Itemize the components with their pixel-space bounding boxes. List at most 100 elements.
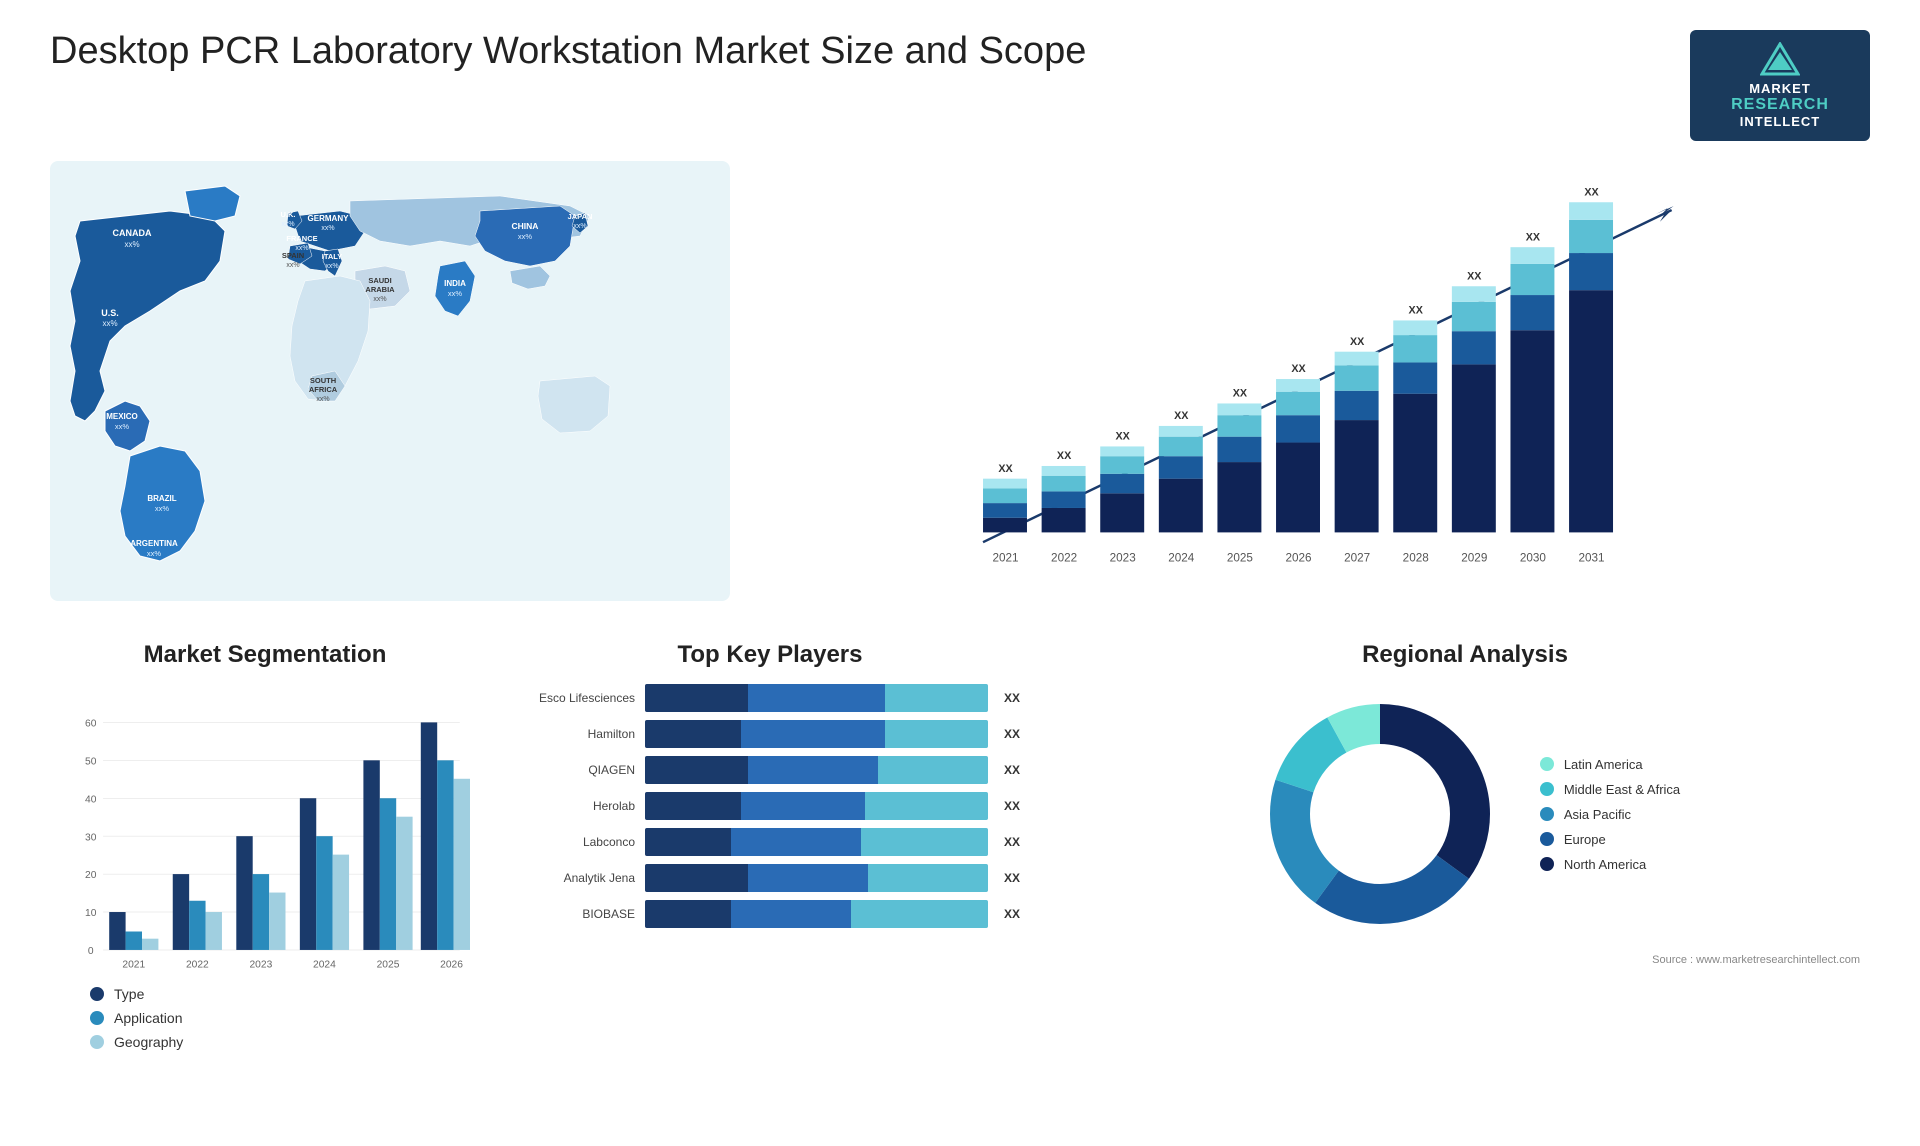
segmentation-section: Market Segmentation 0 10 20 30 40 50 60	[50, 641, 480, 1101]
bar-mid	[731, 828, 861, 856]
svg-text:SAUDI: SAUDI	[368, 276, 391, 285]
bar-dark	[645, 720, 741, 748]
svg-text:2028: 2028	[1403, 552, 1430, 565]
bar-dark	[645, 864, 748, 892]
label-latin-america: Latin America	[1564, 757, 1643, 772]
logo: MARKET RESEARCH INTELLECT	[1690, 30, 1870, 141]
svg-text:xx%: xx%	[325, 263, 338, 270]
player-name: Herolab	[520, 799, 635, 813]
legend-middle-east: Middle East & Africa	[1540, 782, 1680, 797]
player-row: Labconco XX	[520, 828, 1020, 856]
svg-text:CHINA: CHINA	[512, 221, 539, 231]
bar-mid	[748, 684, 885, 712]
label-europe: Europe	[1564, 832, 1606, 847]
bar-light	[861, 828, 988, 856]
segmentation-title: Market Segmentation	[60, 641, 470, 669]
logo-line2: RESEARCH	[1731, 96, 1829, 114]
bottom-section: Market Segmentation 0 10 20 30 40 50 60	[50, 641, 1870, 1101]
world-map-svg: CANADA xx% U.S. xx% MEXICO xx% BRAZIL	[50, 161, 730, 601]
svg-text:SOUTH: SOUTH	[310, 376, 336, 385]
bar-light	[885, 684, 988, 712]
seg-legend: Type Application Geography	[60, 986, 470, 1050]
player-bar	[645, 756, 988, 784]
svg-text:2021: 2021	[992, 552, 1018, 565]
svg-text:2031: 2031	[1578, 552, 1604, 565]
svg-text:XX: XX	[1467, 270, 1482, 282]
player-value: XX	[1004, 799, 1020, 813]
legend-europe: Europe	[1540, 832, 1680, 847]
svg-text:2021: 2021	[122, 959, 145, 970]
svg-text:XX: XX	[1350, 336, 1365, 348]
svg-text:2023: 2023	[249, 959, 272, 970]
svg-text:xx%: xx%	[281, 221, 294, 228]
player-name: QIAGEN	[520, 763, 635, 777]
dot-north-america	[1540, 857, 1554, 871]
svg-text:XX: XX	[1291, 363, 1306, 375]
player-row: Esco Lifesciences XX	[520, 684, 1020, 712]
svg-text:2023: 2023	[1110, 552, 1136, 565]
legend-application: Application	[90, 1010, 470, 1026]
player-bar	[645, 792, 988, 820]
legend-north-america: North America	[1540, 857, 1680, 872]
player-value: XX	[1004, 691, 1020, 705]
svg-text:2024: 2024	[313, 959, 336, 970]
svg-text:xx%: xx%	[102, 319, 117, 328]
svg-text:GERMANY: GERMANY	[308, 214, 350, 223]
svg-text:U.S.: U.S.	[101, 308, 119, 318]
svg-text:XX: XX	[1116, 431, 1131, 443]
svg-text:xx%: xx%	[147, 549, 162, 558]
seg-chart-area: 0 10 20 30 40 50 60	[60, 684, 470, 974]
svg-text:60: 60	[85, 719, 97, 730]
svg-text:XX: XX	[998, 463, 1013, 475]
donut-area: Latin America Middle East & Africa Asia …	[1070, 684, 1860, 944]
bar-mid	[748, 756, 878, 784]
bar-dark	[645, 900, 731, 928]
player-value: XX	[1004, 763, 1020, 777]
donut-chart-svg	[1250, 684, 1510, 944]
svg-text:CANADA: CANADA	[113, 228, 152, 238]
svg-text:xx%: xx%	[155, 504, 170, 513]
players-list: Esco Lifesciences XX Hamilton	[520, 684, 1020, 928]
source-text: Source : www.marketresearchintellect.com	[1070, 954, 1860, 966]
player-bar	[645, 720, 988, 748]
player-row: QIAGEN XX	[520, 756, 1020, 784]
svg-text:30: 30	[85, 832, 97, 843]
svg-text:AFRICA: AFRICA	[309, 385, 338, 394]
legend-label-geography: Geography	[114, 1034, 183, 1050]
svg-text:xx%: xx%	[321, 225, 334, 232]
svg-text:2025: 2025	[1227, 552, 1254, 565]
map-section: CANADA xx% U.S. xx% MEXICO xx% BRAZIL	[50, 161, 730, 621]
label-north-america: North America	[1564, 857, 1646, 872]
legend-latin-america: Latin America	[1540, 757, 1680, 772]
player-name: Esco Lifesciences	[520, 691, 635, 705]
svg-text:SPAIN: SPAIN	[282, 251, 304, 260]
svg-text:FRANCE: FRANCE	[286, 234, 317, 243]
player-row: Analytik Jena XX	[520, 864, 1020, 892]
dot-middle-east	[1540, 782, 1554, 796]
bar-light	[878, 756, 988, 784]
player-bar	[645, 864, 988, 892]
player-bar	[645, 684, 988, 712]
svg-text:ARGENTINA: ARGENTINA	[130, 539, 178, 548]
svg-text:xx%: xx%	[286, 262, 299, 269]
bar-mid	[748, 864, 868, 892]
player-row: Herolab XX	[520, 792, 1020, 820]
regional-section: Regional Analysis	[1060, 641, 1870, 1101]
svg-text:JAPAN: JAPAN	[568, 212, 593, 221]
svg-text:U.K.: U.K.	[281, 210, 296, 219]
legend-asia-pacific: Asia Pacific	[1540, 807, 1680, 822]
svg-text:20: 20	[85, 870, 97, 881]
donut-legend: Latin America Middle East & Africa Asia …	[1540, 757, 1680, 872]
player-name: Analytik Jena	[520, 871, 635, 885]
svg-text:ITALY: ITALY	[322, 252, 342, 261]
svg-text:XX: XX	[1409, 305, 1424, 317]
player-name: Hamilton	[520, 727, 635, 741]
label-asia-pacific: Asia Pacific	[1564, 807, 1631, 822]
svg-text:BRAZIL: BRAZIL	[147, 494, 176, 503]
main-content: CANADA xx% U.S. xx% MEXICO xx% BRAZIL	[50, 161, 1870, 1101]
svg-text:xx%: xx%	[518, 232, 533, 241]
svg-text:xx%: xx%	[573, 223, 586, 230]
label-middle-east: Middle East & Africa	[1564, 782, 1680, 797]
svg-text:xx%: xx%	[373, 296, 386, 303]
svg-text:xx%: xx%	[316, 396, 329, 403]
